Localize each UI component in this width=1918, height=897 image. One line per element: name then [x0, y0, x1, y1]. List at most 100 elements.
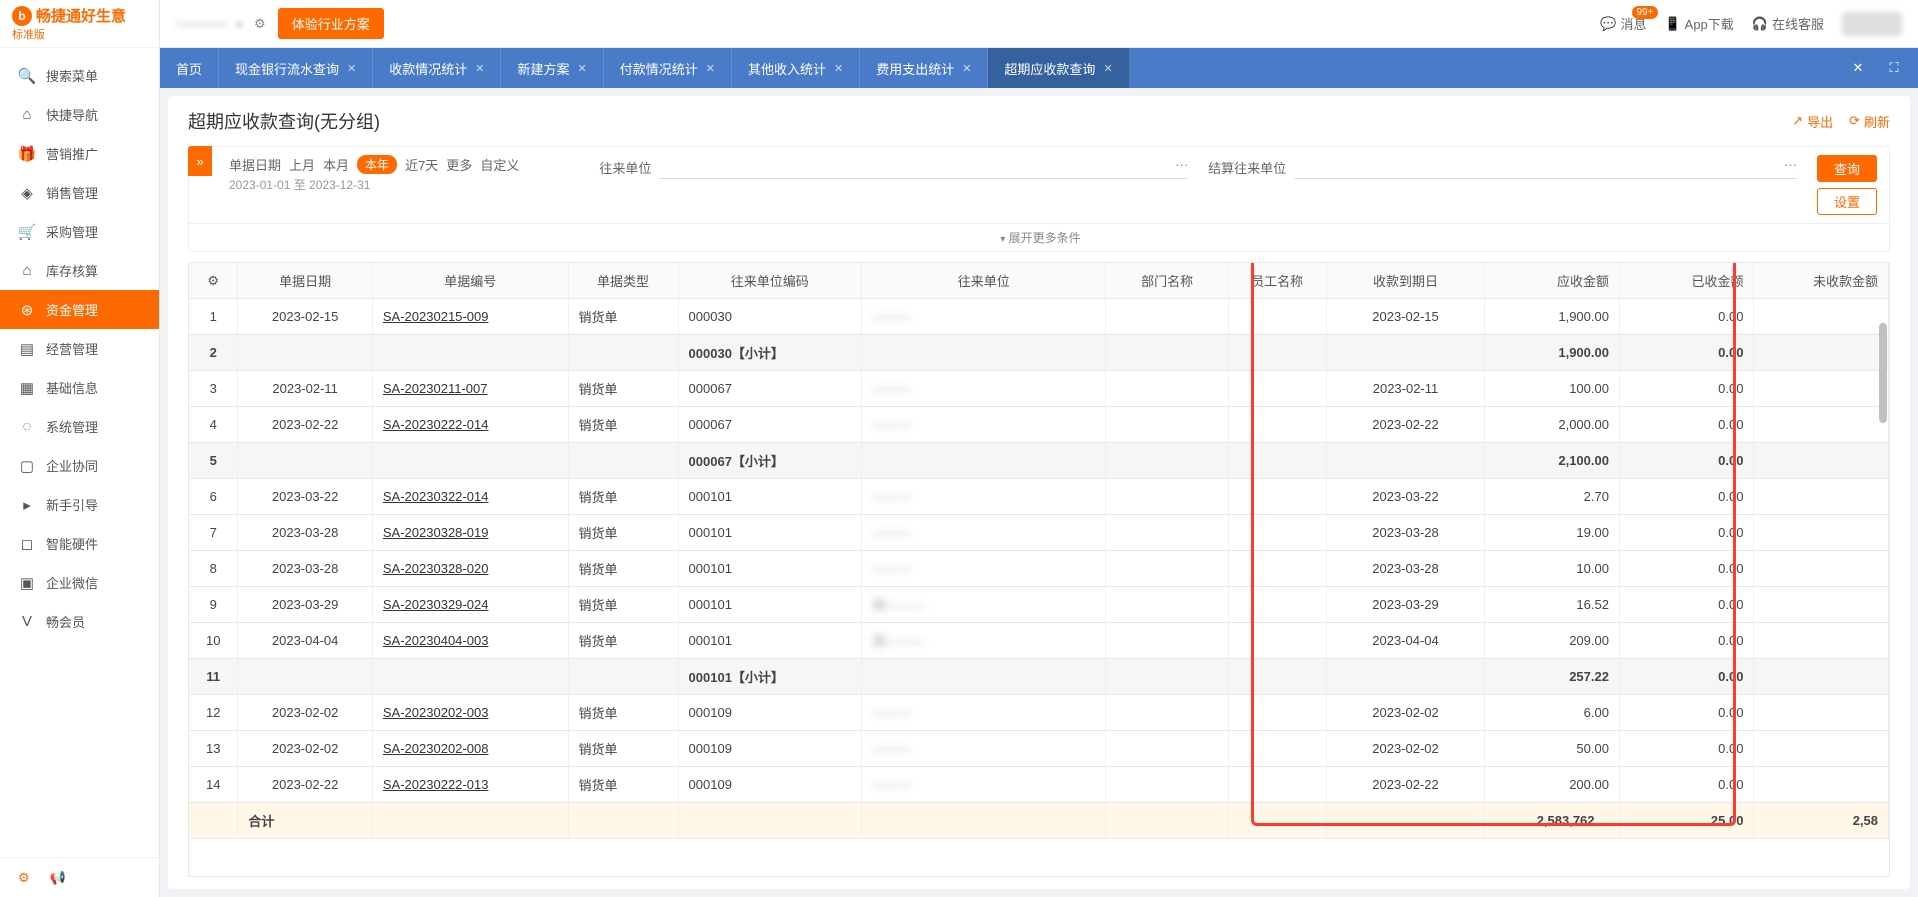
nav-item-14[interactable]: V畅会员	[0, 602, 159, 641]
col-header-7[interactable]: 员工名称	[1228, 263, 1326, 299]
docno-link[interactable]: SA-20230328-020	[383, 561, 489, 576]
col-header-4[interactable]: 往来单位编码	[678, 263, 861, 299]
nav-item-12[interactable]: ◻智能硬件	[0, 524, 159, 563]
table-row[interactable]: 8 2023-03-28 SA-20230328-020 销货单 000101 …	[189, 551, 1889, 587]
docno-link[interactable]: SA-20230202-003	[383, 705, 489, 720]
docno-link[interactable]: SA-20230329-024	[383, 597, 489, 612]
date-opt-3[interactable]: 近7天	[405, 155, 438, 174]
tab-5[interactable]: 其他收入统计✕	[732, 48, 860, 88]
close-icon[interactable]: ✕	[578, 62, 587, 75]
docno-link[interactable]: SA-20230222-014	[383, 417, 489, 432]
table-row[interactable]: 13 2023-02-02 SA-20230202-008 销货单 000109…	[189, 731, 1889, 767]
nav-item-10[interactable]: ▢企业协同	[0, 446, 159, 485]
tab-3[interactable]: 新建方案✕	[501, 48, 603, 88]
table-row[interactable]: 6 2023-03-22 SA-20230322-014 销货单 000101 …	[189, 479, 1889, 515]
date-opt-0[interactable]: 上月	[289, 155, 315, 174]
col-header-6[interactable]: 部门名称	[1106, 263, 1228, 299]
col-header-0[interactable]: ⚙	[189, 263, 238, 299]
table-row[interactable]: 12 2023-02-02 SA-20230202-003 销货单 000109…	[189, 695, 1889, 731]
trial-button[interactable]: 体验行业方案	[278, 8, 384, 39]
table-row[interactable]: 2 000030【小计】 1,900.000.00	[189, 335, 1889, 371]
gear-icon[interactable]: ⚙	[254, 16, 266, 32]
nav-item-5[interactable]: ⌂库存核算	[0, 251, 159, 290]
org-dropdown[interactable]: ————	[176, 16, 242, 31]
table-row[interactable]: 3 2023-02-11 SA-20230211-007 销货单 000067 …	[189, 371, 1889, 407]
refresh-button[interactable]: ⟳刷新	[1849, 112, 1890, 131]
tab-7[interactable]: 超期应收款查询✕	[988, 48, 1129, 88]
unit-more-icon[interactable]: ···	[1175, 157, 1188, 172]
nav-item-13[interactable]: ▣企业微信	[0, 563, 159, 602]
table-row[interactable]: 14 2023-02-22 SA-20230222-013 销货单 000109…	[189, 767, 1889, 803]
docno-link[interactable]: SA-20230211-007	[383, 381, 488, 396]
col-header-3[interactable]: 单据类型	[568, 263, 678, 299]
table-row[interactable]: 7 2023-03-28 SA-20230328-019 销货单 000101 …	[189, 515, 1889, 551]
col-header-5[interactable]: 往来单位	[861, 263, 1106, 299]
docno-link[interactable]: SA-20230215-009	[383, 309, 489, 324]
tab-6[interactable]: 费用支出统计✕	[860, 48, 988, 88]
fullscreen-button[interactable]: ⛶	[1880, 54, 1908, 82]
expand-filter-button[interactable]: 展开更多条件	[189, 223, 1889, 251]
table-row[interactable]: 10 2023-04-04 SA-20230404-003 销货单 000101…	[189, 623, 1889, 659]
tab-2[interactable]: 收款情况统计✕	[373, 48, 501, 88]
date-opt-2[interactable]: 本年	[357, 155, 397, 174]
date-opt-5[interactable]: 自定义	[480, 155, 519, 174]
docno-link[interactable]: SA-20230222-013	[383, 777, 489, 792]
filter-settle-input[interactable]: ···	[1294, 155, 1797, 179]
settle-more-icon[interactable]: ···	[1784, 157, 1797, 172]
nav-item-9[interactable]: ◌系统管理	[0, 407, 159, 446]
close-icon[interactable]: ✕	[1103, 62, 1112, 75]
col-header-2[interactable]: 单据编号	[372, 263, 568, 299]
filter-unit-input[interactable]: ···	[659, 155, 1188, 179]
tab-4[interactable]: 付款情况统计✕	[604, 48, 732, 88]
nav-item-7[interactable]: ▤经营管理	[0, 329, 159, 368]
table-row[interactable]: 1 2023-02-15 SA-20230215-009 销货单 000030 …	[189, 299, 1889, 335]
export-button[interactable]: ↗导出	[1792, 112, 1833, 131]
table-row[interactable]: 9 2023-03-29 SA-20230329-024 销货单 000101 …	[189, 587, 1889, 623]
nav-item-2[interactable]: 🎁营销推广	[0, 134, 159, 173]
scrollbar[interactable]	[1879, 323, 1887, 423]
close-icon[interactable]: ✕	[834, 62, 843, 75]
query-button[interactable]: 查询	[1817, 155, 1877, 182]
nav-label: 企业微信	[46, 573, 98, 592]
config-button[interactable]: 设置	[1817, 188, 1877, 215]
col-header-9[interactable]: 应收金额	[1485, 263, 1619, 299]
nav-item-8[interactable]: ▦基础信息	[0, 368, 159, 407]
close-icon[interactable]: ✕	[347, 62, 356, 75]
nav-item-4[interactable]: 🛒采购管理	[0, 212, 159, 251]
col-header-1[interactable]: 单据日期	[238, 263, 372, 299]
docno-link[interactable]: SA-20230202-008	[383, 741, 489, 756]
col-header-10[interactable]: 已收金额	[1619, 263, 1753, 299]
close-icon[interactable]: ✕	[706, 62, 715, 75]
nav-icon: ◻	[18, 535, 36, 553]
table-row[interactable]: 4 2023-02-22 SA-20230222-014 销货单 000067 …	[189, 407, 1889, 443]
docno-link[interactable]: SA-20230328-019	[383, 525, 489, 540]
support-link[interactable]: 🎧在线客服	[1752, 14, 1824, 33]
app-download-link[interactable]: 📱App下载	[1664, 14, 1733, 33]
col-header-8[interactable]: 收款到期日	[1326, 263, 1485, 299]
docno-link[interactable]: SA-20230404-003	[383, 633, 489, 648]
nav-item-11[interactable]: ▸新手引导	[0, 485, 159, 524]
close-tabs-button[interactable]: ✕	[1844, 54, 1872, 82]
col-header-11[interactable]: 未收款金额	[1754, 263, 1889, 299]
table-row[interactable]: 5 000067【小计】 2,100.000.00	[189, 443, 1889, 479]
nav-item-6[interactable]: ⊛资金管理	[0, 290, 159, 329]
nav-item-3[interactable]: ◈销售管理	[0, 173, 159, 212]
date-opt-4[interactable]: 更多	[446, 155, 472, 174]
sound-icon[interactable]: 📢	[50, 870, 66, 886]
date-opt-1[interactable]: 本月	[323, 155, 349, 174]
nav-item-1[interactable]: ⌂快捷导航	[0, 95, 159, 134]
docno-link[interactable]: SA-20230322-014	[383, 489, 489, 504]
nav-icon: ▢	[18, 457, 36, 475]
nav-item-0[interactable]: 🔍搜索菜单	[0, 56, 159, 95]
tab-0[interactable]: 首页	[160, 48, 219, 88]
avatar[interactable]	[1842, 12, 1902, 36]
filter-unit-label: 往来单位	[599, 158, 651, 177]
table-row[interactable]: 11 000101【小计】 257.220.00	[189, 659, 1889, 695]
headset-icon: 🎧	[1752, 16, 1768, 32]
close-icon[interactable]: ✕	[962, 62, 971, 75]
filter-collapse-toggle[interactable]: »	[188, 146, 212, 176]
tab-1[interactable]: 现金银行流水查询✕	[219, 48, 373, 88]
close-icon[interactable]: ✕	[475, 62, 484, 75]
messages-link[interactable]: 💬消息 99+	[1600, 14, 1646, 33]
settings-icon[interactable]: ⚙	[18, 870, 30, 886]
